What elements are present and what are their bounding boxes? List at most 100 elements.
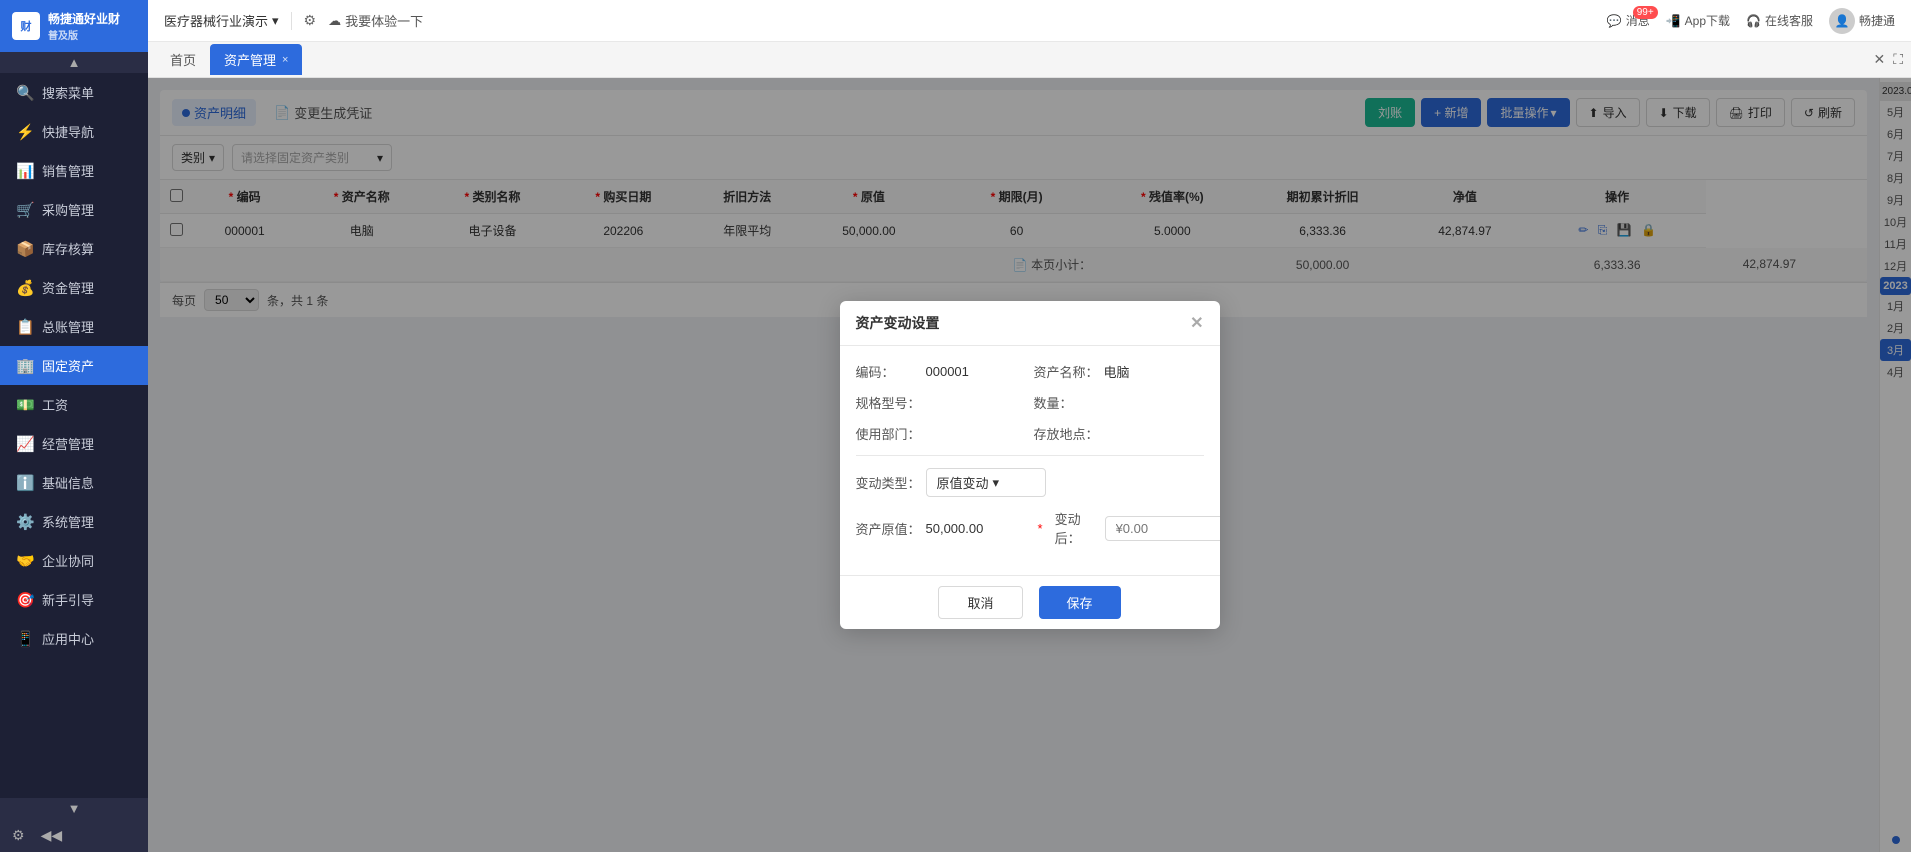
sidebar-item-label: 经营管理 <box>42 434 94 453</box>
required-star: * <box>1038 521 1043 536</box>
basic-info-icon: ℹ️ <box>16 474 34 492</box>
logo-text: 畅捷通好业财 <box>48 10 120 27</box>
topbar-right: 💬 消息 99+ 📲 App下载 🎧 在线客服 👤 畅捷通 <box>1607 8 1895 34</box>
modal-value-row: 资产原值： 50,000.00 * 变动后： <box>856 509 1204 547</box>
online-service-btn[interactable]: 🎧 在线客服 <box>1746 12 1813 29</box>
sidebar-item-label: 库存核算 <box>42 239 94 258</box>
quick-nav-icon: ⚡ <box>16 123 34 141</box>
sidebar-item-basic-info[interactable]: ℹ️ 基础信息 <box>0 463 148 502</box>
tab-expand-icon[interactable]: ⛶ <box>1893 51 1903 68</box>
sidebar-item-search[interactable]: 🔍 搜索菜单 <box>0 73 148 112</box>
sidebar-item-sales[interactable]: 📊 销售管理 <box>0 151 148 190</box>
app-download-btn[interactable]: 📲 App下载 <box>1666 12 1730 29</box>
general-ledger-icon: 📋 <box>16 318 34 336</box>
sidebar-item-general-ledger[interactable]: 📋 总账管理 <box>0 307 148 346</box>
modal-location: 存放地点： <box>1034 424 1204 443</box>
logo-icon: 财 <box>12 12 40 40</box>
sidebar-item-inventory[interactable]: 📦 库存核算 <box>0 229 148 268</box>
sidebar-item-guide[interactable]: 🎯 新手引导 <box>0 580 148 619</box>
modal-body: 编码： 000001 资产名称： 电脑 <box>840 346 1220 575</box>
app-center-icon: 📱 <box>16 630 34 648</box>
sidebar-item-purchase[interactable]: 🛒 采购管理 <box>0 190 148 229</box>
modal-title: 资产变动设置 <box>856 313 940 333</box>
modal-info-row-2: 规格型号： 数量： <box>856 393 1204 412</box>
main-area: 医疗器械行业演示 ▾ ⚙ ☁ 我要体验一下 💬 消息 99+ 📲 App下载 🎧… <box>148 0 1911 852</box>
sidebar-item-app-center[interactable]: 📱 应用中心 <box>0 619 148 658</box>
topbar-gear-icon[interactable]: ⚙ <box>304 12 317 29</box>
cloud-icon: ☁ <box>328 13 341 29</box>
operations-icon: 📈 <box>16 435 34 453</box>
sales-icon: 📊 <box>16 162 34 180</box>
sidebar-bottom: ⚙ ◀◀ <box>0 819 148 852</box>
guide-icon: 🎯 <box>16 591 34 609</box>
tab-close-window[interactable]: ✕ <box>1873 51 1885 68</box>
topbar: 医疗器械行业演示 ▾ ⚙ ☁ 我要体验一下 💬 消息 99+ 📲 App下载 🎧… <box>148 0 1911 42</box>
sidebar-item-label: 应用中心 <box>42 629 94 648</box>
collapse-icon[interactable]: ◀◀ <box>41 827 63 844</box>
tab-home[interactable]: 首页 <box>156 44 210 75</box>
inventory-icon: 📦 <box>16 240 34 258</box>
tabbar: 首页 资产管理 × ✕ ⛶ <box>148 42 1911 78</box>
tab-close-icon[interactable]: × <box>282 54 288 66</box>
company-selector[interactable]: 医疗器械行业演示 ▾ <box>164 11 279 30</box>
change-type-select[interactable]: 原值变动 ▾ <box>926 468 1046 497</box>
settings-icon[interactable]: ⚙ <box>12 827 25 844</box>
tabbar-right: ✕ ⛶ <box>1873 51 1903 68</box>
original-value-display: 50,000.00 <box>926 521 1026 536</box>
dropdown-icon: ▾ <box>272 13 279 29</box>
save-button[interactable]: 保存 <box>1039 586 1121 619</box>
modal-dept: 使用部门： <box>856 424 1026 443</box>
sidebar-item-label: 资金管理 <box>42 278 94 297</box>
modal-quantity: 数量： <box>1034 393 1204 412</box>
sidebar-item-payroll[interactable]: 💵 工资 <box>0 385 148 424</box>
message-icon: 💬 <box>1607 14 1622 28</box>
modal-pair-1: 编码： 000001 资产名称： 电脑 <box>856 362 1204 381</box>
purchase-icon: 🛒 <box>16 201 34 219</box>
sidebar-item-label: 系统管理 <box>42 512 94 531</box>
modal-info-row-3: 使用部门： 存放地点： <box>856 424 1204 443</box>
experience-btn[interactable]: ☁ 我要体验一下 <box>328 11 423 30</box>
sidebar-item-label: 搜索菜单 <box>42 83 94 102</box>
modal-divider <box>856 455 1204 456</box>
search-icon: 🔍 <box>16 84 34 102</box>
sidebar-item-operations[interactable]: 📈 经营管理 <box>0 424 148 463</box>
modal-header: 资产变动设置 ✕ <box>840 301 1220 346</box>
company-name: 医疗器械行业演示 <box>164 11 268 30</box>
sidebar: 财 畅捷通好业财 普及版 ▲ 🔍 搜索菜单 ⚡ 快捷导航 📊 销售管理 🛒 采购… <box>0 0 148 852</box>
tab-asset-management[interactable]: 资产管理 × <box>210 44 302 75</box>
system-icon: ⚙️ <box>16 513 34 531</box>
modal-change-type-row: 变动类型： 原值变动 ▾ <box>856 468 1204 497</box>
messages-btn[interactable]: 💬 消息 99+ <box>1607 12 1650 29</box>
sidebar-item-label: 工资 <box>42 395 68 414</box>
modal-overlay: 资产变动设置 ✕ 编码： 000001 资产名称： 电脑 <box>148 78 1911 852</box>
modal-spec: 规格型号： <box>856 393 1026 412</box>
modal-name: 资产名称： 电脑 <box>1034 362 1204 381</box>
logo-sub: 普及版 <box>48 27 120 42</box>
sidebar-item-fixed-assets[interactable]: 🏢 固定资产 <box>0 346 148 385</box>
sidebar-item-label: 总账管理 <box>42 317 94 336</box>
modal-info-row-1: 编码： 000001 资产名称： 电脑 <box>856 362 1204 381</box>
finance-icon: 💰 <box>16 279 34 297</box>
sidebar-scroll-up[interactable]: ▲ <box>0 52 148 73</box>
sidebar-item-label: 快捷导航 <box>42 122 94 141</box>
download-icon: 📲 <box>1666 14 1681 28</box>
avatar: 👤 <box>1829 8 1855 34</box>
sidebar-scroll-down[interactable]: ▼ <box>0 798 148 819</box>
cancel-button[interactable]: 取消 <box>938 586 1022 619</box>
user-btn[interactable]: 👤 畅捷通 <box>1829 8 1895 34</box>
modal-code: 编码： 000001 <box>856 362 1026 381</box>
sidebar-item-finance[interactable]: 💰 资金管理 <box>0 268 148 307</box>
sidebar-item-system[interactable]: ⚙️ 系统管理 <box>0 502 148 541</box>
sidebar-item-cooperation[interactable]: 🤝 企业协同 <box>0 541 148 580</box>
after-value-input[interactable] <box>1105 516 1220 541</box>
sidebar-logo: 财 畅捷通好业财 普及版 <box>0 0 148 52</box>
modal-pair-2: 规格型号： 数量： <box>856 393 1204 412</box>
asset-change-modal: 资产变动设置 ✕ 编码： 000001 资产名称： 电脑 <box>840 301 1220 629</box>
topbar-divider <box>291 12 292 30</box>
modal-close-btn[interactable]: ✕ <box>1190 313 1203 333</box>
sidebar-item-quick-nav[interactable]: ⚡ 快捷导航 <box>0 112 148 151</box>
sidebar-item-label: 采购管理 <box>42 200 94 219</box>
content-area: 资产明细 📄 变更生成凭证 刘账 + 新增 批量操作 ▾ <box>148 78 1911 852</box>
sidebar-item-label: 基础信息 <box>42 473 94 492</box>
sidebar-item-label: 新手引导 <box>42 590 94 609</box>
